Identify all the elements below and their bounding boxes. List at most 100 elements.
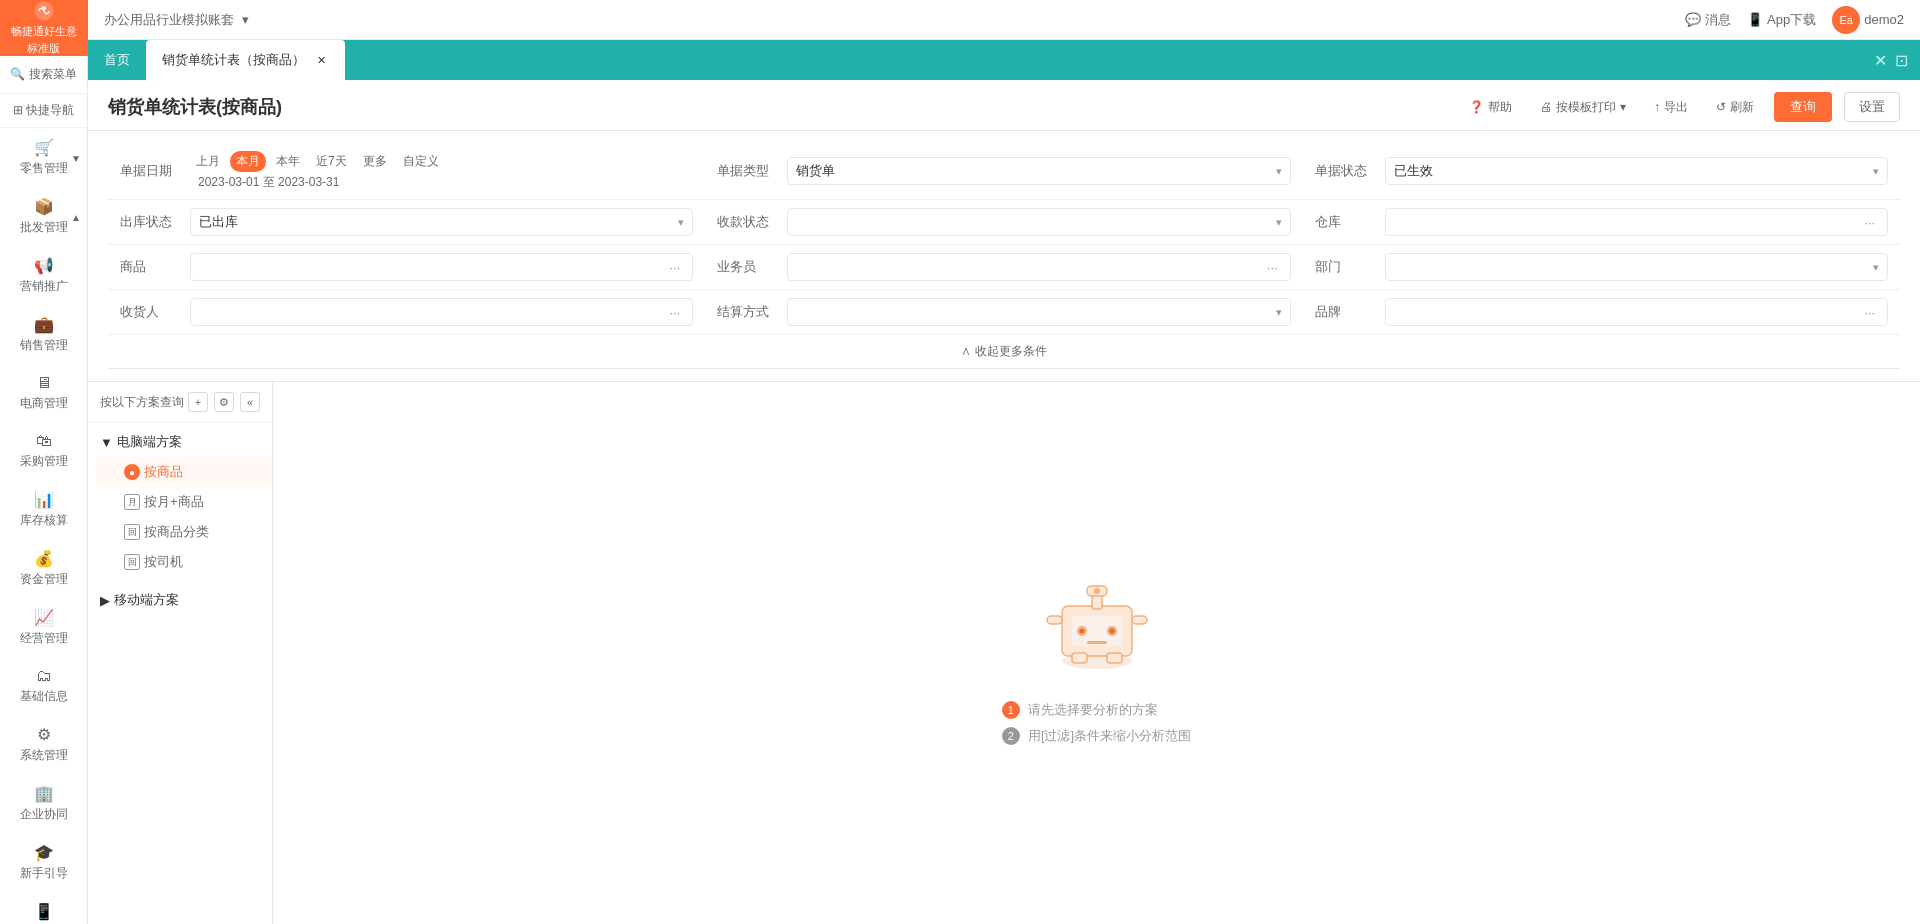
scheme-item-by-category[interactable]: 回 按商品分类 xyxy=(96,517,272,547)
message-label: 消息 xyxy=(1705,11,1731,29)
shortcut-last-month[interactable]: 上月 xyxy=(190,151,226,172)
recipient-ellipsis-icon[interactable]: ··· xyxy=(665,305,684,320)
scheme-item-by-month-goods[interactable]: 月 按月+商品 xyxy=(96,487,272,517)
topbar-left: 办公用品行业模拟账套 ▾ xyxy=(104,11,249,29)
refresh-btn[interactable]: ↺ 刷新 xyxy=(1708,95,1762,120)
scheme-item-by-driver-label: 按司机 xyxy=(144,553,183,571)
tab-sales-stats-label: 销货单统计表（按商品） xyxy=(162,51,305,69)
tab-sales-stats[interactable]: 销货单统计表（按商品） ✕ xyxy=(146,40,345,80)
dept-input[interactable]: ▾ xyxy=(1385,253,1888,281)
maximize-btn[interactable]: ⊡ xyxy=(1895,51,1908,70)
svg-rect-9 xyxy=(1087,641,1107,644)
sidebar-item-system-label: 系统管理 xyxy=(20,747,68,764)
collapse-bar[interactable]: ∧ 收起更多条件 xyxy=(108,335,1900,369)
print-icon: 🖨 xyxy=(1540,100,1552,114)
help-btn[interactable]: ❓ 帮助 xyxy=(1461,95,1520,120)
doc-status-input[interactable]: 已生效 ▾ xyxy=(1385,157,1888,185)
query-btn[interactable]: 查询 xyxy=(1774,92,1832,122)
filter-payment-method: 结算方式 ▾ xyxy=(705,290,1302,335)
user-area[interactable]: Ea demo2 xyxy=(1832,6,1904,34)
sidebar-item-finance[interactable]: 💰 资金管理 xyxy=(0,539,87,598)
sidebar-item-retail-label: 零售管理 xyxy=(20,160,68,177)
goods-ellipsis-icon[interactable]: ··· xyxy=(665,260,684,275)
logo[interactable]: 畅捷通好生意 标准版 xyxy=(0,0,88,56)
settings-scheme-btn[interactable]: ⚙ xyxy=(214,392,234,412)
sidebar-item-retail[interactable]: 🛒 零售管理 ▼ xyxy=(0,128,87,187)
print-dropdown-icon: ▾ xyxy=(1620,100,1626,114)
app-download-btn[interactable]: 📱 App下载 xyxy=(1747,11,1816,29)
sidebar-item-sales[interactable]: 💼 销售管理 xyxy=(0,305,87,364)
sidebar-item-marketing-label: 营销推广 xyxy=(20,278,68,295)
sidebar-item-ecommerce-label: 电商管理 xyxy=(20,395,68,412)
tab-close-icon[interactable]: ✕ xyxy=(313,52,329,68)
sidebar-item-purchase-label: 采购管理 xyxy=(20,453,68,470)
shortcut-this-year[interactable]: 本年 xyxy=(270,151,306,172)
recipient-input[interactable]: ··· xyxy=(190,298,693,326)
search-menu-item[interactable]: 🔍 搜索菜单 xyxy=(0,56,87,94)
add-scheme-btn[interactable]: + xyxy=(188,392,208,412)
workspace-dropdown-icon[interactable]: ▾ xyxy=(242,12,249,27)
inventory-icon: 📊 xyxy=(34,490,54,509)
collapse-panel-btn[interactable]: « xyxy=(240,392,260,412)
sidebar-item-guide[interactable]: 🎓 新手引导 xyxy=(0,833,87,892)
shortcut-7days[interactable]: 近7天 xyxy=(310,151,353,172)
filter-row-3: 商品 ··· 业务员 ··· 部门 xyxy=(108,245,1900,290)
sales-rep-input[interactable]: ··· xyxy=(787,253,1290,281)
date-shortcuts: 上月 本月 本年 近7天 更多 自定义 xyxy=(190,151,693,172)
filter-date: 单据日期 上月 本月 本年 近7天 更多 自定义 2023-03-01 至 20… xyxy=(108,143,705,200)
topbar-right: 💬 消息 📱 App下载 Ea demo2 xyxy=(1685,6,1904,34)
template-print-btn[interactable]: 🖨 按模板打印 ▾ xyxy=(1532,95,1634,120)
sidebar-item-purchase[interactable]: 🛍 采购管理 xyxy=(0,422,87,480)
scheme-item-by-month-goods-label: 按月+商品 xyxy=(144,493,204,511)
warehouse-ellipsis-icon[interactable]: ··· xyxy=(1860,215,1879,230)
brand-ellipsis-icon[interactable]: ··· xyxy=(1860,305,1879,320)
sidebar-item-ecommerce[interactable]: 🖥 电商管理 xyxy=(0,364,87,422)
tab-bar-right: ✕ ⊡ xyxy=(1874,51,1920,70)
scheme-item-by-driver[interactable]: 回 按司机 xyxy=(96,547,272,577)
settings-btn[interactable]: 设置 xyxy=(1844,92,1900,122)
warehouse-input[interactable]: ··· xyxy=(1385,208,1888,236)
mobile-scheme-group-header[interactable]: ▶ 移动端方案 xyxy=(88,585,272,615)
brand-input[interactable]: ··· xyxy=(1385,298,1888,326)
content-body: 按以下方案查询 + ⚙ « ▼ 电脑端方案 ● xyxy=(88,382,1920,924)
shortcut-this-month[interactable]: 本月 xyxy=(230,151,266,172)
sidebar-item-operations[interactable]: 📈 经营管理 xyxy=(0,598,87,657)
topbar: 办公用品行业模拟账套 ▾ 💬 消息 📱 App下载 Ea demo2 xyxy=(88,0,1920,40)
filter-sales-rep: 业务员 ··· xyxy=(705,245,1302,290)
goods-input[interactable]: ··· xyxy=(190,253,693,281)
sidebar-item-appcenter[interactable]: 📱 应用中心 xyxy=(0,892,87,924)
scheme-item-by-goods[interactable]: ● 按商品 xyxy=(96,457,272,487)
payment-status-input[interactable]: ▾ xyxy=(787,208,1290,236)
export-btn[interactable]: ↑ 导出 xyxy=(1646,95,1696,120)
payment-method-label: 结算方式 xyxy=(717,303,787,321)
tip-2-num: 2 xyxy=(1002,727,1020,745)
stock-status-input[interactable]: 已出库 ▾ xyxy=(190,208,693,236)
shortcut-custom[interactable]: 自定义 xyxy=(397,151,445,172)
filter-warehouse: 仓库 ··· xyxy=(1303,200,1900,245)
message-btn[interactable]: 💬 消息 xyxy=(1685,11,1731,29)
sales-rep-ellipsis-icon[interactable]: ··· xyxy=(1263,260,1282,275)
sidebar-item-inventory[interactable]: 📊 库存核算 xyxy=(0,480,87,539)
shortcut-more[interactable]: 更多 xyxy=(357,151,393,172)
tab-home[interactable]: 首页 xyxy=(88,40,146,80)
doc-type-input[interactable]: 销货单 ▾ xyxy=(787,157,1290,185)
sidebar-item-marketing[interactable]: 📢 营销推广 xyxy=(0,246,87,305)
pc-scheme-group-header[interactable]: ▼ 电脑端方案 xyxy=(88,427,272,457)
appcenter-icon: 📱 xyxy=(34,902,54,921)
basic-icon: 🗂 xyxy=(36,667,52,685)
sidebar-item-wholesale[interactable]: 📦 批发管理 ▲ xyxy=(0,187,87,246)
payment-method-input[interactable]: ▾ xyxy=(787,298,1290,326)
sidebar-item-guide-label: 新手引导 xyxy=(20,865,68,882)
tip-2-text: 用[过滤]条件来缩小分析范围 xyxy=(1028,727,1191,745)
sidebar-item-enterprise[interactable]: 🏢 企业协同 xyxy=(0,774,87,833)
sidebar-item-basic[interactable]: 🗂 基础信息 xyxy=(0,657,87,715)
right-content: 1 请先选择要分析的方案 2 用[过滤]条件来缩小分析范围 xyxy=(273,382,1920,924)
payment-method-dropdown-icon: ▾ xyxy=(1276,306,1282,319)
quick-nav-item[interactable]: ⊞ 快捷导航 xyxy=(0,94,87,128)
close-window-btn[interactable]: ✕ xyxy=(1874,51,1887,70)
help-label: 帮助 xyxy=(1488,99,1512,116)
app-download-label: App下载 xyxy=(1767,11,1816,29)
left-panel-header: 按以下方案查询 + ⚙ « xyxy=(88,382,272,423)
sidebar-item-system[interactable]: ⚙ 系统管理 xyxy=(0,715,87,774)
tip-1-text: 请先选择要分析的方案 xyxy=(1028,701,1158,719)
